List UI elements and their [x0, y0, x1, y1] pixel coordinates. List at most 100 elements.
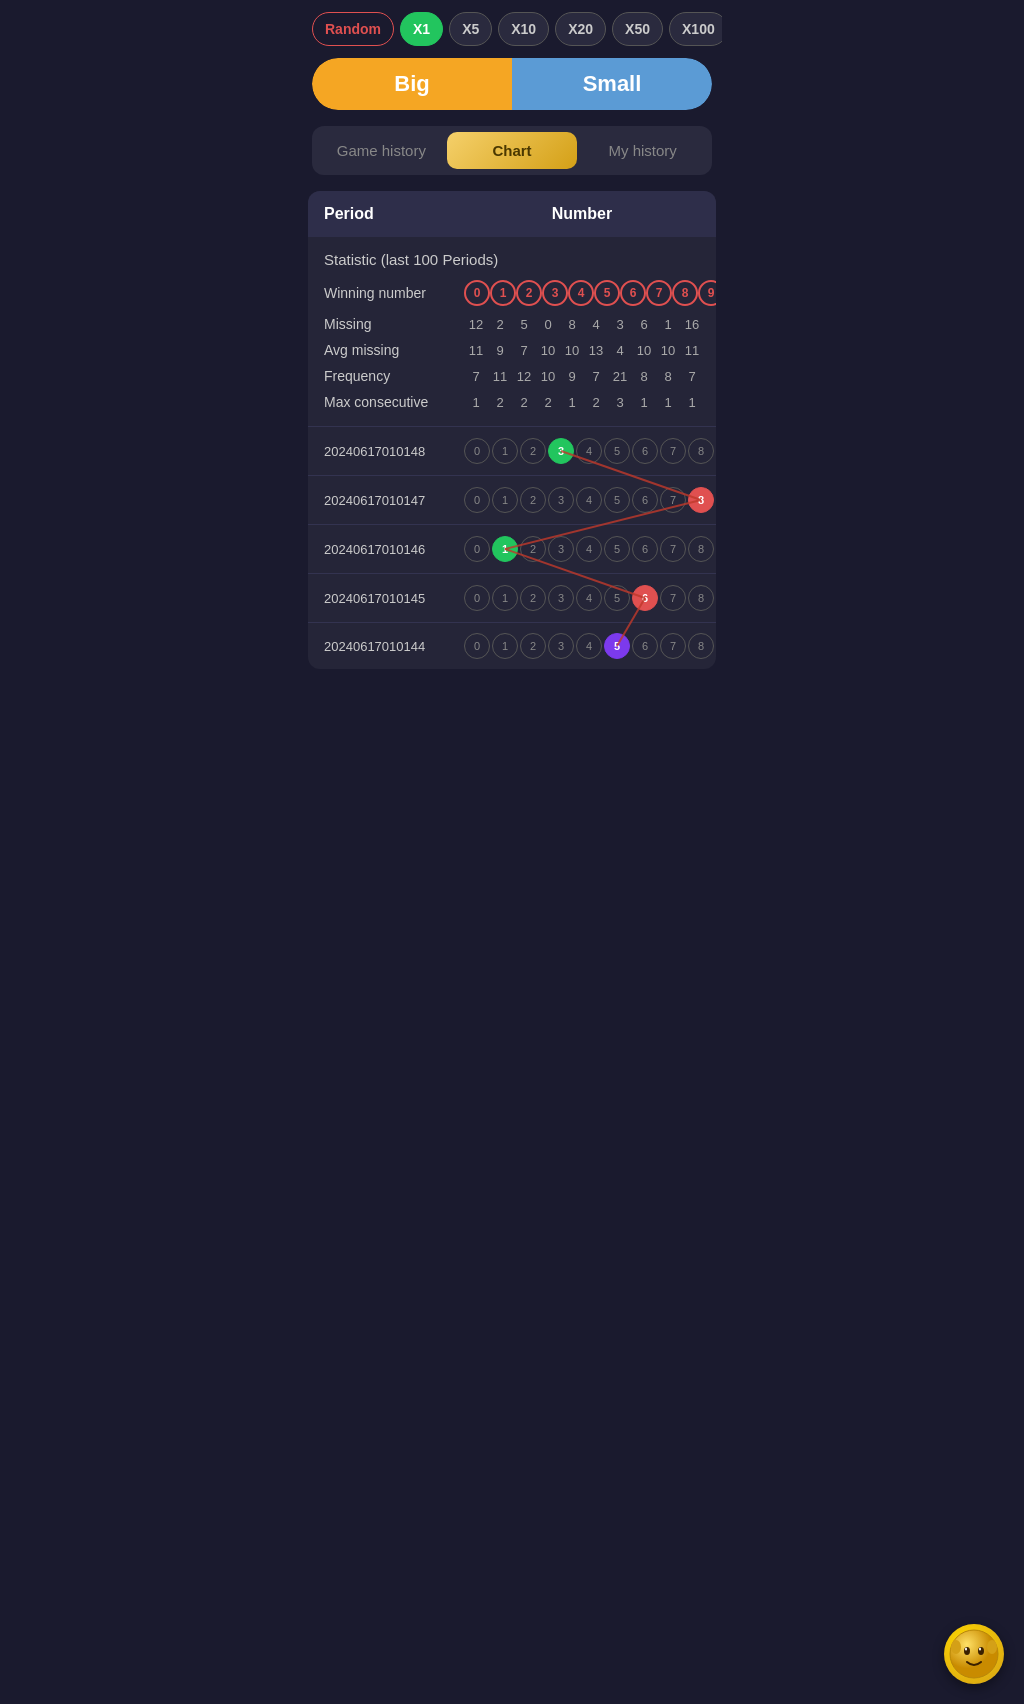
win-circle-7: 7	[646, 280, 672, 306]
maxcon-val-9: 1	[680, 395, 704, 410]
missing-label: Missing	[324, 316, 464, 332]
num-6-row4: 6	[632, 585, 658, 611]
random-button[interactable]: Random	[312, 12, 394, 46]
x5-button[interactable]: X5	[449, 12, 492, 46]
num-5-row3: 5	[604, 536, 630, 562]
history-row-4: 20240617010145 0 1 2 3 4 5 6 7 8 9 B	[308, 573, 716, 622]
avg-val-8: 10	[656, 343, 680, 358]
maxcon-val-2: 2	[512, 395, 536, 410]
x10-button[interactable]: X10	[498, 12, 549, 46]
maxcon-val-3: 2	[536, 395, 560, 410]
num-5-row5: 5	[604, 633, 630, 659]
num-2-row2: 2	[520, 487, 546, 513]
number-circles-1: 0 1 2 3 4 5 6 7 8 9	[464, 438, 716, 464]
num-0-row1: 0	[464, 438, 490, 464]
period-label-3: 20240617010146	[324, 542, 464, 557]
num-2-row1: 2	[520, 438, 546, 464]
history-row-5: 20240617010144 0 1 2 3 4 5 6 7 8 9	[308, 622, 716, 669]
number-circles-3: 0 1 2 3 4 5 6 7 8 9	[464, 536, 716, 562]
max-consecutive-row: Max consecutive 1 2 2 2 1 2 3 1 1 1	[324, 394, 700, 410]
num-1-row1: 1	[492, 438, 518, 464]
header-number: Number	[464, 205, 700, 223]
tab-bar: Game history Chart My history	[312, 126, 712, 175]
history-row-1: 20240617010148 0 1 2 3 4 5 6 7 8 9 S	[308, 426, 716, 475]
num-0-row2: 0	[464, 487, 490, 513]
winning-number-label: Winning number	[324, 285, 464, 301]
small-button[interactable]: Small	[512, 58, 712, 110]
missing-val-3: 0	[536, 317, 560, 332]
maxcon-val-6: 3	[608, 395, 632, 410]
big-button[interactable]: Big	[312, 58, 512, 110]
num-6-row5: 6	[632, 633, 658, 659]
maxcon-val-4: 1	[560, 395, 584, 410]
num-1-row4: 1	[492, 585, 518, 611]
win-circle-1: 1	[490, 280, 516, 306]
avg-val-2: 7	[512, 343, 536, 358]
freq-val-7: 8	[632, 369, 656, 384]
period-label-1: 20240617010148	[324, 444, 464, 459]
avg-val-1: 9	[488, 343, 512, 358]
num-4-row5: 4	[576, 633, 602, 659]
num-1-row5: 1	[492, 633, 518, 659]
num-1-row3: 1	[492, 536, 518, 562]
frequency-values: 7 11 12 10 9 7 21 8 8 7	[464, 369, 704, 384]
freq-val-5: 7	[584, 369, 608, 384]
tab-my-history[interactable]: My history	[577, 132, 708, 169]
multiplier-bar: Random X1 X5 X10 X20 X50 X100	[302, 0, 722, 58]
avg-val-3: 10	[536, 343, 560, 358]
freq-val-3: 10	[536, 369, 560, 384]
big-small-bar: Big Small	[312, 58, 712, 110]
num-2-row4: 2	[520, 585, 546, 611]
x100-button[interactable]: X100	[669, 12, 722, 46]
num-5-row2: 5	[604, 487, 630, 513]
number-circles-5: 0 1 2 3 4 5 6 7 8 9	[464, 633, 716, 659]
num-7-row4: 7	[660, 585, 686, 611]
num-8-row5: 8	[688, 633, 714, 659]
history-row-2: 20240617010147 0 1 2 3 4 5 6 7 8 9 B	[308, 475, 716, 524]
maxcon-val-7: 1	[632, 395, 656, 410]
table-header: Period Number	[308, 191, 716, 237]
win-circle-4: 4	[568, 280, 594, 306]
period-label-2: 20240617010147	[324, 493, 464, 508]
win-circle-2: 2	[516, 280, 542, 306]
winning-circles: 0 1 2 3 4 5 6 7 8 9	[464, 280, 716, 306]
max-consecutive-label: Max consecutive	[324, 394, 464, 410]
num-8-row4: 8	[688, 585, 714, 611]
history-rows-wrapper: 20240617010148 0 1 2 3 4 5 6 7 8 9 S 202…	[308, 426, 716, 669]
num-5-row4: 5	[604, 585, 630, 611]
num-0-row5: 0	[464, 633, 490, 659]
num-2-row3: 2	[520, 536, 546, 562]
avg-val-4: 10	[560, 343, 584, 358]
tab-game-history[interactable]: Game history	[316, 132, 447, 169]
missing-val-8: 1	[656, 317, 680, 332]
avg-missing-label: Avg missing	[324, 342, 464, 358]
missing-val-2: 5	[512, 317, 536, 332]
num-4-row1: 4	[576, 438, 602, 464]
x1-button[interactable]: X1	[400, 12, 443, 46]
tab-chart[interactable]: Chart	[447, 132, 578, 169]
chart-container: Period Number Statistic (last 100 Period…	[308, 191, 716, 669]
num-8-row1: 8	[688, 438, 714, 464]
x50-button[interactable]: X50	[612, 12, 663, 46]
num-6-row1: 6	[632, 438, 658, 464]
avg-missing-values: 11 9 7 10 10 13 4 10 10 11	[464, 343, 704, 358]
num-3-row4: 3	[548, 585, 574, 611]
header-period: Period	[324, 205, 464, 223]
missing-val-0: 12	[464, 317, 488, 332]
win-circle-0: 0	[464, 280, 490, 306]
num-2-row5: 2	[520, 633, 546, 659]
num-7-row3: 7	[660, 536, 686, 562]
win-circle-5: 5	[594, 280, 620, 306]
avg-missing-row: Avg missing 11 9 7 10 10 13 4 10 10 11	[324, 342, 700, 358]
maxcon-val-1: 2	[488, 395, 512, 410]
num-5-row1: 5	[604, 438, 630, 464]
max-consecutive-values: 1 2 2 2 1 2 3 1 1 1	[464, 395, 704, 410]
x20-button[interactable]: X20	[555, 12, 606, 46]
num-7-row5: 7	[660, 633, 686, 659]
freq-val-1: 11	[488, 369, 512, 384]
num-3-row5: 3	[548, 633, 574, 659]
avg-val-9: 11	[680, 343, 704, 358]
missing-val-9: 16	[680, 317, 704, 332]
freq-val-0: 7	[464, 369, 488, 384]
missing-val-5: 4	[584, 317, 608, 332]
